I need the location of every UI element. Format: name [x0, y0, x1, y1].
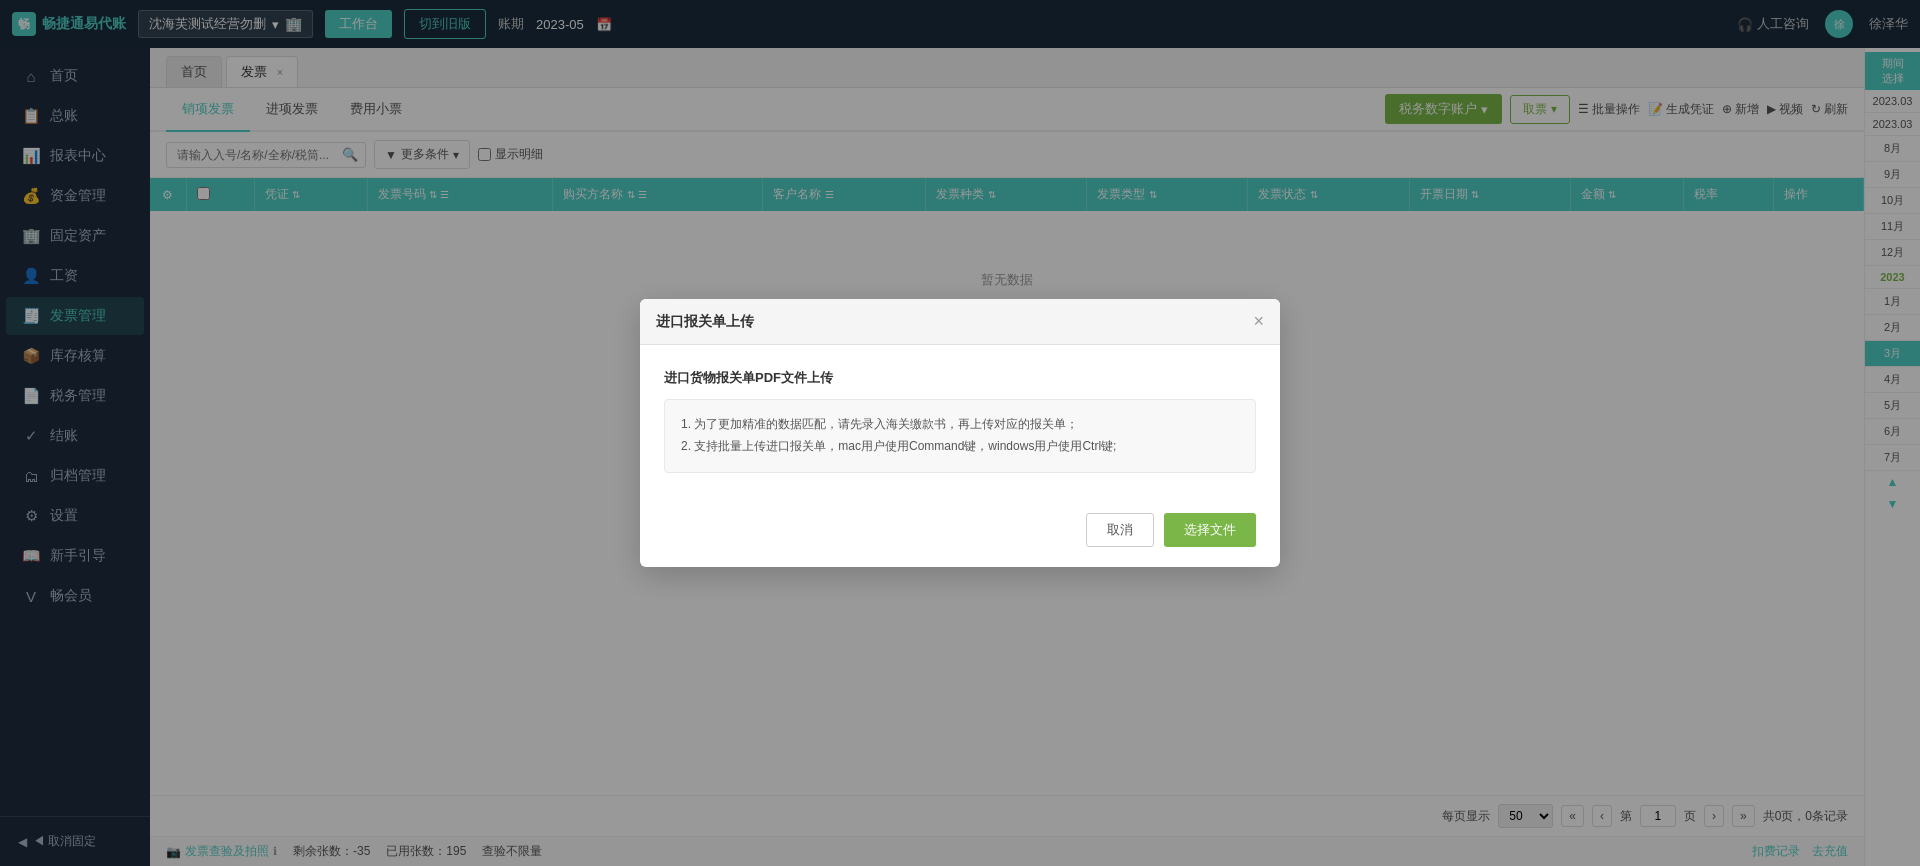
modal-overlay[interactable]: 进口报关单上传 × 进口货物报关单PDF文件上传 1. 为了更加精准的数据匹配，…: [0, 0, 1920, 866]
modal-section-title: 进口货物报关单PDF文件上传: [664, 369, 1256, 387]
modal-info-box: 1. 为了更加精准的数据匹配，请先录入海关缴款书，再上传对应的报关单； 2. 支…: [664, 399, 1256, 472]
modal-header: 进口报关单上传 ×: [640, 299, 1280, 345]
modal-title: 进口报关单上传: [656, 313, 754, 331]
modal-info-item-1: 1. 为了更加精准的数据匹配，请先录入海关缴款书，再上传对应的报关单；: [681, 414, 1239, 436]
modal-cancel-button[interactable]: 取消: [1086, 513, 1154, 547]
modal: 进口报关单上传 × 进口货物报关单PDF文件上传 1. 为了更加精准的数据匹配，…: [640, 299, 1280, 566]
modal-footer: 取消 选择文件: [640, 497, 1280, 567]
modal-info-item-2: 2. 支持批量上传进口报关单，mac用户使用Command键，windows用户…: [681, 436, 1239, 458]
modal-close-button[interactable]: ×: [1253, 311, 1264, 332]
modal-body: 进口货物报关单PDF文件上传 1. 为了更加精准的数据匹配，请先录入海关缴款书，…: [640, 345, 1280, 496]
modal-select-file-button[interactable]: 选择文件: [1164, 513, 1256, 547]
